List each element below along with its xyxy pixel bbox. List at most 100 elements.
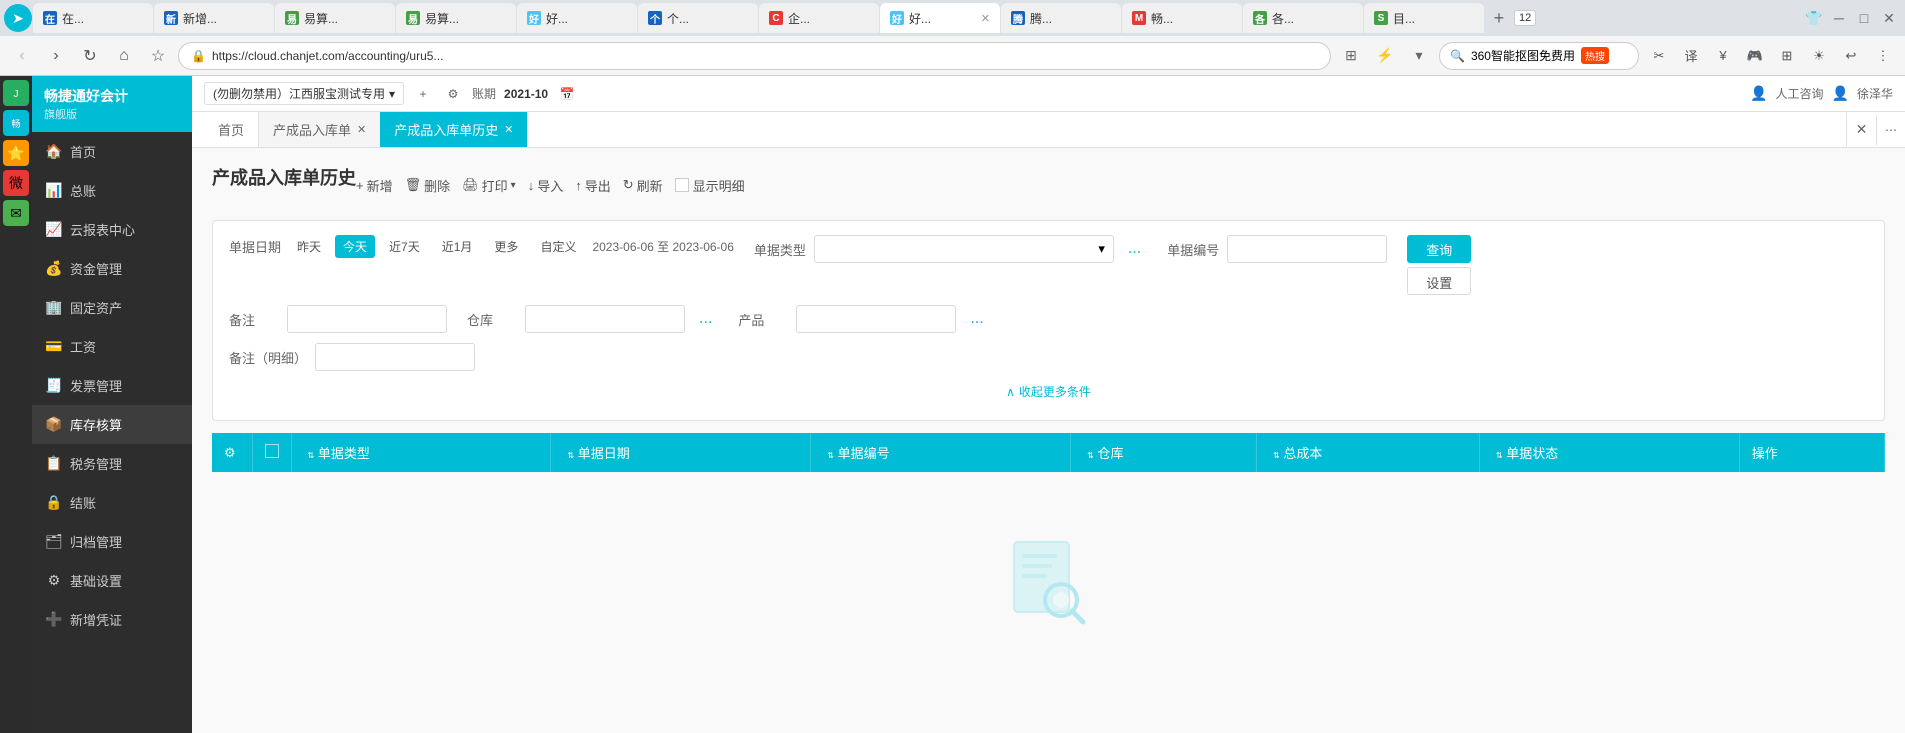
nav-item-tax[interactable]: 📋 税务管理 bbox=[32, 444, 192, 483]
date-1month-btn[interactable]: 近1月 bbox=[434, 235, 481, 258]
query-button[interactable]: 查询 bbox=[1407, 235, 1471, 263]
add-button[interactable]: + 新增 bbox=[356, 176, 393, 195]
layout-icon[interactable]: ⊞ bbox=[1773, 42, 1801, 70]
maximize-button[interactable]: □ bbox=[1852, 6, 1876, 30]
nav-item-fixed-assets[interactable]: 🏢 固定资产 bbox=[32, 288, 192, 327]
browser-tab-9[interactable]: 腾 腾... bbox=[1001, 3, 1121, 33]
warehouse-filter-select[interactable] bbox=[525, 305, 685, 333]
date-7days-btn[interactable]: 近7天 bbox=[381, 235, 428, 258]
undo-icon[interactable]: ↩ bbox=[1837, 42, 1865, 70]
import-button[interactable]: ↓ 导入 bbox=[528, 176, 564, 195]
th-total-cost[interactable]: ⇅ 总成本 bbox=[1257, 433, 1480, 472]
note-detail-filter-input[interactable] bbox=[315, 343, 475, 371]
note-filter-input[interactable] bbox=[287, 305, 447, 333]
grid-icon[interactable]: ⊞ bbox=[1337, 42, 1365, 70]
browser-tab-11[interactable]: 各 各... bbox=[1243, 3, 1363, 33]
scissors-icon[interactable]: ✂ bbox=[1645, 42, 1673, 70]
minimize-button[interactable]: ─ bbox=[1827, 6, 1851, 30]
close-button[interactable]: ✕ bbox=[1877, 6, 1901, 30]
calendar-icon[interactable]: 📅 bbox=[556, 83, 578, 105]
nav-item-ledger[interactable]: 📊 总账 bbox=[32, 171, 192, 210]
browser-tab-12[interactable]: S 目... bbox=[1364, 3, 1484, 33]
app-icon-main[interactable]: 畅 bbox=[3, 110, 29, 136]
brightness-icon[interactable]: ☀ bbox=[1805, 42, 1833, 70]
more-icon[interactable]: ⋮ bbox=[1869, 42, 1897, 70]
collapse-filter-button[interactable]: ∧ 收起更多条件 bbox=[229, 377, 1868, 406]
th-check[interactable] bbox=[252, 433, 291, 472]
app-icon-changjie[interactable]: J bbox=[3, 80, 29, 106]
th-warehouse[interactable]: ⇅ 仓库 bbox=[1071, 433, 1257, 472]
refresh-browser-button[interactable]: ↻ bbox=[76, 42, 104, 70]
browser-tab-2[interactable]: 新 新增... bbox=[154, 3, 274, 33]
export-button[interactable]: ↑ 导出 bbox=[575, 176, 611, 195]
nav-item-invoice[interactable]: 🧾 发票管理 bbox=[32, 366, 192, 405]
warehouse-dots-button[interactable]: ... bbox=[693, 310, 718, 328]
browser-tab-10[interactable]: M 畅... bbox=[1122, 3, 1242, 33]
shirt-icon[interactable]: 👕 bbox=[1802, 6, 1826, 30]
show-detail-checkbox[interactable] bbox=[675, 178, 689, 192]
breadcrumb-home[interactable]: 首页 bbox=[204, 112, 259, 147]
product-filter-select[interactable] bbox=[796, 305, 956, 333]
nav-item-new-voucher[interactable]: ➕ 新增凭证 bbox=[32, 600, 192, 639]
th-date[interactable]: ⇅ 单据日期 bbox=[551, 433, 811, 472]
back-button[interactable]: ‹ bbox=[8, 42, 36, 70]
nav-item-reports[interactable]: 📈 云报表中心 bbox=[32, 210, 192, 249]
select-all-checkbox[interactable] bbox=[265, 444, 279, 458]
nav-item-funds[interactable]: 💰 资金管理 bbox=[32, 249, 192, 288]
app-icon-star[interactable]: ⭐ bbox=[3, 140, 29, 166]
address-field[interactable]: 🔒 https://cloud.chanjet.com/accounting/u… bbox=[178, 42, 1331, 70]
date-today-btn[interactable]: 今天 bbox=[335, 235, 375, 258]
app-icon-weibo[interactable]: 微 bbox=[3, 170, 29, 196]
browser-tab-5[interactable]: 好 好... bbox=[517, 3, 637, 33]
browser-tab-7[interactable]: C 企... bbox=[759, 3, 879, 33]
nav-item-payroll[interactable]: 💳 工资 bbox=[32, 327, 192, 366]
filter-settings-button[interactable]: 设置 bbox=[1407, 267, 1471, 295]
product-dots-button[interactable]: ... bbox=[964, 310, 989, 328]
expand-pane-button[interactable]: ⋯ bbox=[1876, 115, 1905, 145]
translate-icon[interactable]: 译 bbox=[1677, 42, 1705, 70]
browser-tab-4[interactable]: 易 易算... bbox=[396, 3, 516, 33]
tab1-close-icon[interactable]: ✕ bbox=[357, 123, 366, 136]
dropdown-icon[interactable]: ▾ bbox=[1405, 42, 1433, 70]
breadcrumb-tab-1[interactable]: 产成品入库单 ✕ bbox=[259, 112, 380, 147]
currency-icon[interactable]: ¥ bbox=[1709, 42, 1737, 70]
date-more-btn[interactable]: 更多 bbox=[486, 235, 526, 258]
add-company-button[interactable]: + bbox=[412, 83, 434, 105]
company-settings-icon[interactable]: ⚙ bbox=[442, 83, 464, 105]
show-detail-toggle[interactable]: 显示明细 bbox=[675, 176, 745, 195]
user-service-label[interactable]: 人工咨询 bbox=[1776, 85, 1824, 102]
nav-item-archive[interactable]: 🗂 归档管理 bbox=[32, 522, 192, 561]
number-filter-input[interactable] bbox=[1227, 235, 1387, 263]
game-icon[interactable]: 🎮 bbox=[1741, 42, 1769, 70]
nav-item-home[interactable]: 🏠 首页 bbox=[32, 132, 192, 171]
app-icon-mail[interactable]: ✉ bbox=[3, 200, 29, 226]
delete-button[interactable]: 🗑 删除 bbox=[405, 176, 451, 195]
browser-tab-8[interactable]: 好 好... ✕ bbox=[880, 3, 1000, 33]
forward-button[interactable]: › bbox=[42, 42, 70, 70]
th-gear[interactable]: ⚙ bbox=[212, 433, 252, 472]
bookmark-button[interactable]: ☆ bbox=[144, 42, 172, 70]
home-browser-button[interactable]: ⌂ bbox=[110, 42, 138, 70]
close-pane-button[interactable]: ✕ bbox=[1846, 113, 1876, 146]
th-number[interactable]: ⇅ 单据编号 bbox=[811, 433, 1071, 472]
date-custom-btn[interactable]: 自定义 bbox=[532, 235, 584, 258]
lightning-icon[interactable]: ⚡ bbox=[1371, 42, 1399, 70]
th-type[interactable]: ⇅ 单据类型 bbox=[291, 433, 551, 472]
search-bar[interactable]: 🔍 360智能抠图免费用 热搜 bbox=[1439, 42, 1639, 70]
nav-circle-icon[interactable]: ➤ bbox=[4, 4, 32, 32]
browser-tab-3[interactable]: 易 易算... bbox=[275, 3, 395, 33]
tab-close-8[interactable]: ✕ bbox=[981, 12, 990, 25]
new-tab-button[interactable]: + bbox=[1485, 4, 1513, 32]
type-filter-select[interactable]: ▾ bbox=[814, 235, 1114, 263]
nav-item-base-settings[interactable]: ⚙ 基础设置 bbox=[32, 561, 192, 600]
breadcrumb-tab-2[interactable]: 产成品入库单历史 ✕ bbox=[380, 112, 527, 147]
date-yesterday-btn[interactable]: 昨天 bbox=[289, 235, 329, 258]
th-status[interactable]: ⇅ 单据状态 bbox=[1479, 433, 1739, 472]
nav-item-inventory[interactable]: 📦 库存核算 bbox=[32, 405, 192, 444]
tab2-close-icon[interactable]: ✕ bbox=[504, 123, 513, 136]
browser-tab-6[interactable]: 个 个... bbox=[638, 3, 758, 33]
refresh-button[interactable]: ↻ 刷新 bbox=[623, 176, 663, 195]
type-dots-button[interactable]: ... bbox=[1122, 240, 1147, 258]
browser-tab-1[interactable]: 在 在... bbox=[33, 3, 153, 33]
nav-item-close-accounts[interactable]: 🔒 结账 bbox=[32, 483, 192, 522]
